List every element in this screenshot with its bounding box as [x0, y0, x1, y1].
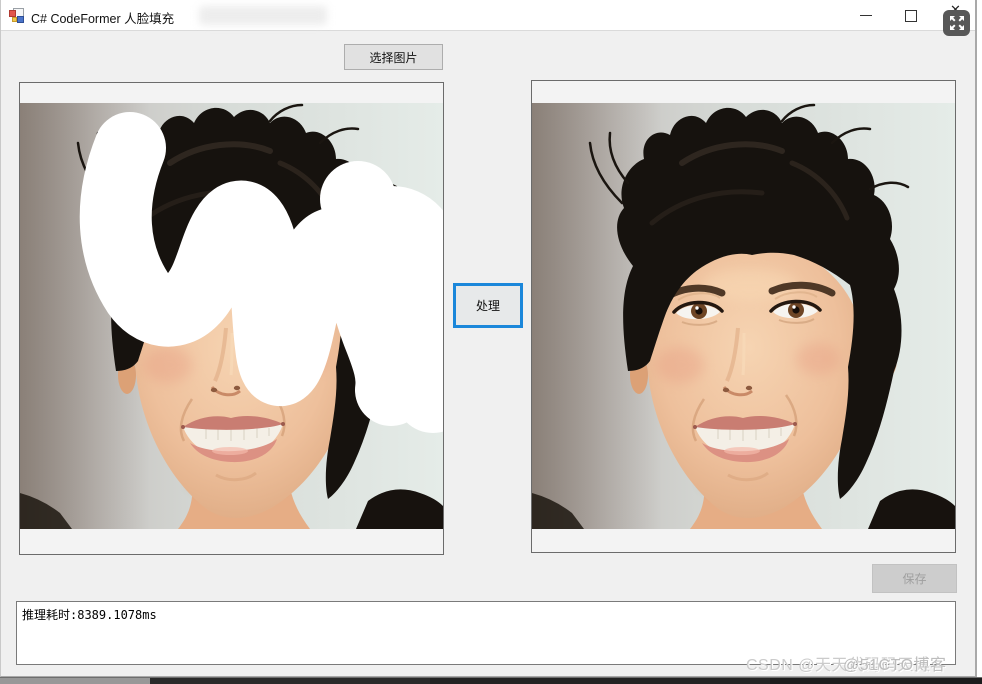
window-title: C# CodeFormer 人脸填充: [31, 12, 175, 26]
title-blur-censor: [199, 6, 327, 25]
minimize-icon: [859, 15, 872, 16]
minimize-button[interactable]: [843, 0, 888, 31]
screen: C# CodeFormer 人脸填充 ✕ 选择图片: [0, 0, 982, 684]
select-image-button[interactable]: 选择图片: [344, 44, 443, 70]
maximize-icon: [904, 9, 917, 22]
masked-face-image[interactable]: [20, 103, 443, 529]
taskbar-strip-segment: [430, 678, 770, 684]
expand-overlay-badge[interactable]: [943, 10, 970, 36]
winforms-app-icon: [9, 8, 24, 23]
maximize-button[interactable]: [888, 0, 933, 31]
expand-arrows-icon: [949, 16, 964, 30]
taskbar-strip-segment: [0, 678, 150, 684]
restored-face-image: [532, 103, 955, 529]
app-window: C# CodeFormer 人脸填充 ✕ 选择图片: [0, 0, 977, 677]
save-button[interactable]: 保存: [872, 564, 957, 593]
taskbar-strip-segment: [770, 678, 982, 684]
picture-box-masked[interactable]: [19, 82, 444, 555]
status-textbox[interactable]: 推理耗时:8389.1078ms: [16, 601, 956, 665]
picture-box-result: [531, 80, 956, 553]
title-bar[interactable]: C# CodeFormer 人脸填充 ✕: [1, 0, 975, 31]
taskbar-strip-segment: [150, 678, 430, 684]
taskbar-strip: [0, 677, 982, 684]
process-button[interactable]: 处理: [453, 283, 523, 328]
